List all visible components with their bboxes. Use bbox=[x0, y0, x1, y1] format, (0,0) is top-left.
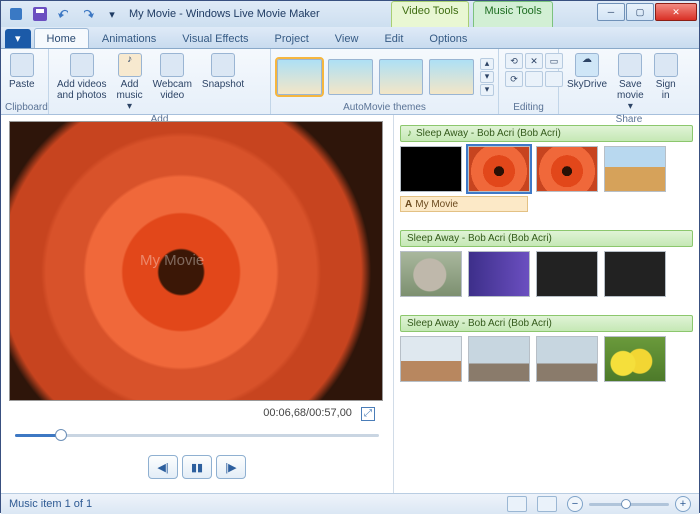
zoom-slider[interactable] bbox=[589, 503, 669, 506]
tab-home[interactable]: Home bbox=[34, 28, 89, 48]
webcam-button[interactable]: Webcam video bbox=[149, 51, 196, 103]
title-bar: ▾ My Movie - Windows Live Movie Maker Vi… bbox=[1, 1, 699, 27]
play-pause-button[interactable]: ▮▮ bbox=[182, 455, 212, 479]
theme-4[interactable] bbox=[429, 59, 474, 95]
theme-1[interactable] bbox=[277, 59, 322, 95]
contextual-tabs: Video Tools Music Tools bbox=[391, 1, 557, 27]
snapshot-icon bbox=[211, 53, 235, 77]
music-icon: ♪ bbox=[118, 53, 142, 77]
window-title: My Movie - Windows Live Movie Maker bbox=[129, 8, 320, 20]
snapshot-button[interactable]: Snapshot bbox=[198, 51, 248, 92]
music-note-icon: ♪ bbox=[407, 128, 412, 139]
storyboard[interactable]: ♪Sleep Away - Bob Acri (Bob Acri) AMy Mo… bbox=[394, 115, 699, 493]
themes-scroll-up[interactable]: ▴ bbox=[480, 58, 494, 70]
prev-frame-button[interactable]: ◀| bbox=[148, 455, 178, 479]
tab-options[interactable]: Options bbox=[416, 28, 480, 48]
music-tools-tab[interactable]: Music Tools bbox=[473, 1, 552, 27]
clip-1[interactable] bbox=[400, 146, 462, 192]
seek-bar[interactable] bbox=[15, 427, 379, 443]
save-movie-button[interactable]: Save movie▾ bbox=[613, 51, 648, 114]
rotate-left-icon[interactable]: ⟲ bbox=[505, 53, 523, 69]
webcam-icon bbox=[160, 53, 184, 77]
zoom-in-button[interactable]: + bbox=[675, 496, 691, 512]
file-menu[interactable]: ▾ bbox=[5, 29, 31, 48]
clip-11[interactable] bbox=[536, 336, 598, 382]
clip-2[interactable] bbox=[468, 146, 530, 192]
clip-6[interactable] bbox=[468, 251, 530, 297]
quick-access: ▾ bbox=[5, 1, 123, 27]
minimize-button[interactable]: ─ bbox=[597, 3, 625, 21]
tab-project[interactable]: Project bbox=[262, 28, 322, 48]
timecode: 00:06,68/00:57,00 ⤢ bbox=[9, 401, 385, 423]
cloud-icon: ☁ bbox=[575, 53, 599, 77]
clip-7[interactable] bbox=[536, 251, 598, 297]
themes-more[interactable]: ▾ bbox=[480, 84, 494, 96]
user-icon bbox=[654, 53, 678, 77]
zoom-out-button[interactable]: − bbox=[567, 496, 583, 512]
paste-button[interactable]: Paste bbox=[5, 51, 39, 92]
save-icon[interactable] bbox=[29, 3, 51, 25]
clip-8[interactable] bbox=[604, 251, 666, 297]
title-watermark: My Movie bbox=[140, 252, 204, 269]
delete-icon[interactable]: ✕ bbox=[525, 53, 543, 69]
save-movie-icon bbox=[618, 53, 642, 77]
undo-icon[interactable] bbox=[53, 3, 75, 25]
status-text: Music item 1 of 1 bbox=[9, 498, 92, 510]
main-area: My Movie 00:06,68/00:57,00 ⤢ ◀| ▮▮ |▶ ♪S… bbox=[1, 115, 699, 493]
fullscreen-icon[interactable]: ⤢ bbox=[361, 407, 375, 421]
clip-12[interactable] bbox=[604, 336, 666, 382]
ribbon-tabs: ▾ Home Animations Visual Effects Project… bbox=[1, 27, 699, 49]
clip-5[interactable] bbox=[400, 251, 462, 297]
theme-2[interactable] bbox=[328, 59, 373, 95]
view-toggle-2[interactable] bbox=[537, 496, 557, 512]
group-themes: AutoMovie themes bbox=[275, 102, 494, 114]
music-track-1[interactable]: ♪Sleep Away - Bob Acri (Bob Acri) bbox=[400, 125, 693, 142]
view-toggle-1[interactable] bbox=[507, 496, 527, 512]
add-videos-button[interactable]: Add videos and photos bbox=[53, 51, 111, 103]
video-tools-tab[interactable]: Video Tools bbox=[391, 1, 469, 27]
skydrive-button[interactable]: ☁SkyDrive bbox=[563, 51, 611, 92]
tab-animations[interactable]: Animations bbox=[89, 28, 169, 48]
tab-visual-effects[interactable]: Visual Effects bbox=[169, 28, 261, 48]
themes-scroll-down[interactable]: ▾ bbox=[480, 71, 494, 83]
zoom-thumb[interactable] bbox=[621, 499, 631, 509]
group-editing: Editing bbox=[503, 102, 554, 114]
clip-3[interactable] bbox=[536, 146, 598, 192]
status-bar: Music item 1 of 1 − + bbox=[1, 493, 699, 514]
theme-3[interactable] bbox=[379, 59, 424, 95]
tool-a-icon[interactable] bbox=[525, 71, 543, 87]
add-videos-icon bbox=[70, 53, 94, 77]
tab-view[interactable]: View bbox=[322, 28, 372, 48]
app-menu-icon[interactable] bbox=[5, 3, 27, 25]
music-track-2[interactable]: Sleep Away - Bob Acri (Bob Acri) bbox=[400, 230, 693, 247]
preview-pane: My Movie 00:06,68/00:57,00 ⤢ ◀| ▮▮ |▶ bbox=[1, 115, 394, 493]
paste-icon bbox=[10, 53, 34, 77]
next-frame-button[interactable]: |▶ bbox=[216, 455, 246, 479]
tab-edit[interactable]: Edit bbox=[371, 28, 416, 48]
group-clipboard: Clipboard bbox=[5, 102, 44, 114]
rotate-right-icon[interactable]: ⟳ bbox=[505, 71, 523, 87]
maximize-button[interactable]: ▢ bbox=[626, 3, 654, 21]
redo-icon[interactable] bbox=[77, 3, 99, 25]
close-button[interactable]: ✕ bbox=[655, 3, 697, 21]
signin-button[interactable]: Sign in bbox=[650, 51, 682, 103]
caption-strip[interactable]: AMy Movie bbox=[400, 196, 528, 212]
add-music-button[interactable]: ♪Add music▾ bbox=[113, 51, 147, 114]
music-track-3[interactable]: Sleep Away - Bob Acri (Bob Acri) bbox=[400, 315, 693, 332]
seek-thumb[interactable] bbox=[55, 429, 67, 441]
clip-10[interactable] bbox=[468, 336, 530, 382]
qa-dropdown-icon[interactable]: ▾ bbox=[101, 3, 123, 25]
clip-9[interactable] bbox=[400, 336, 462, 382]
paste-label: Paste bbox=[9, 79, 35, 90]
clip-4[interactable] bbox=[604, 146, 666, 192]
video-player[interactable]: My Movie bbox=[9, 121, 383, 401]
ribbon: Paste Clipboard Add videos and photos ♪A… bbox=[1, 49, 699, 115]
